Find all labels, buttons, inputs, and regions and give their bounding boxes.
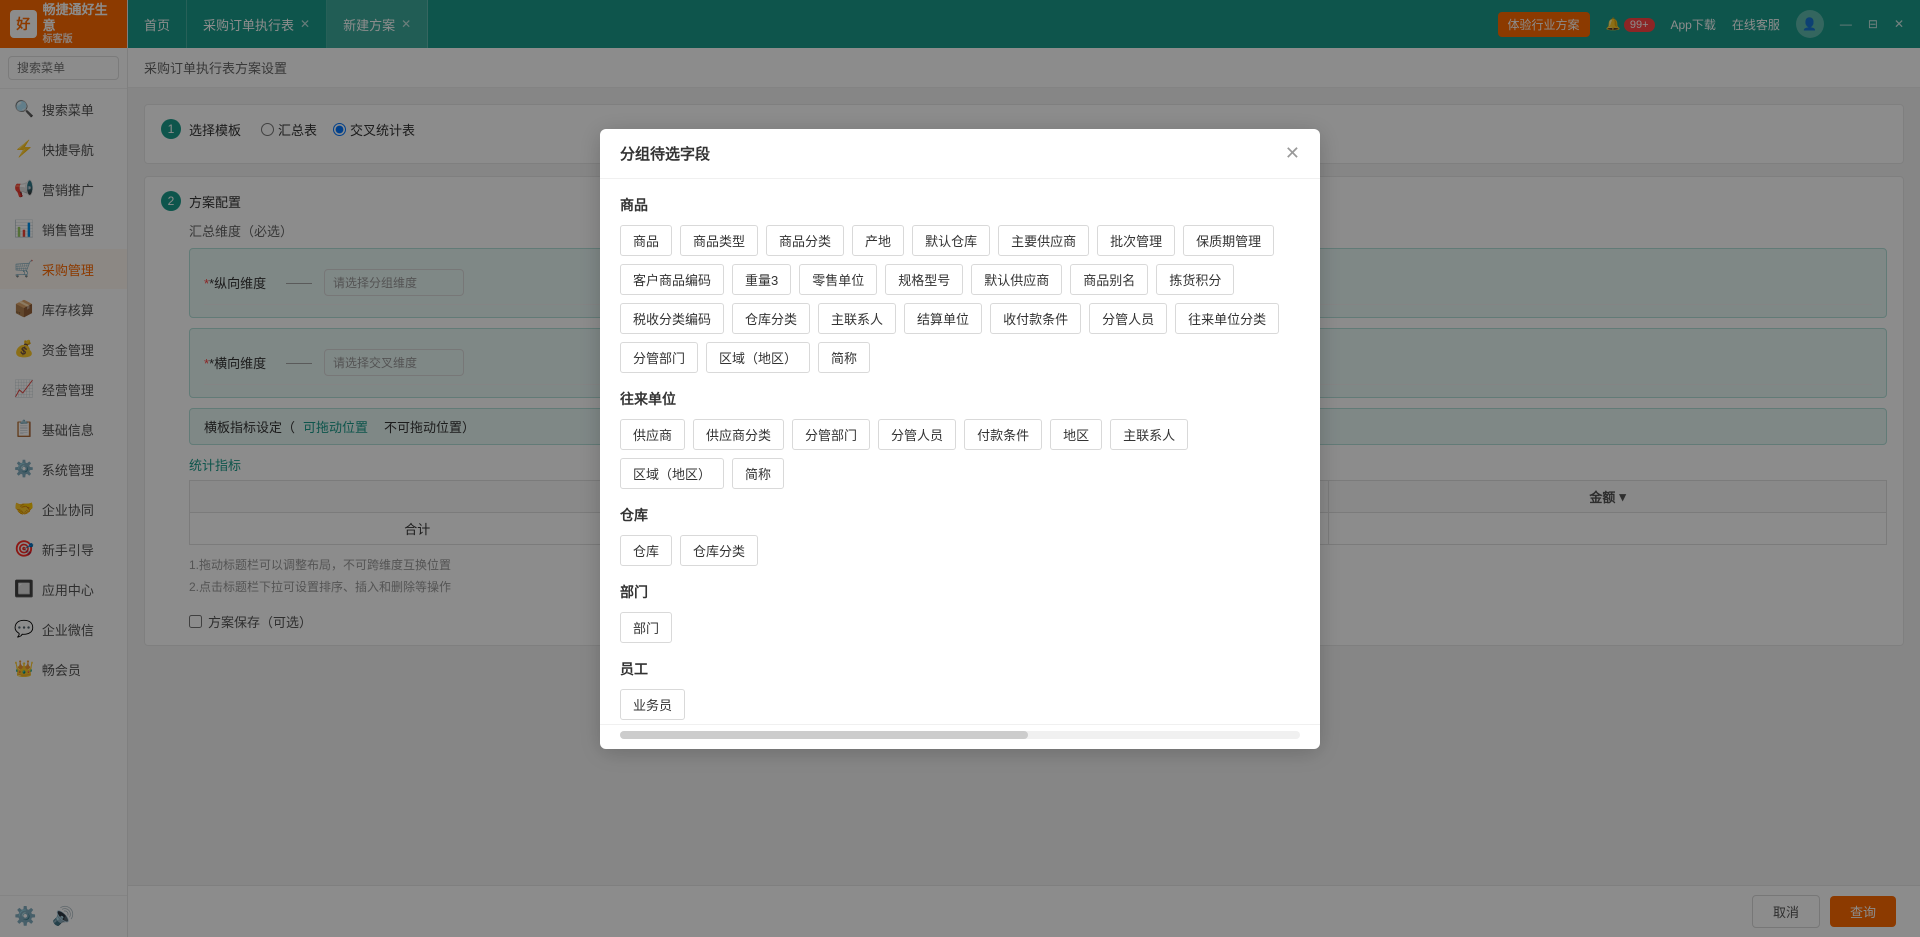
field-tag[interactable]: 重量3 <box>732 264 791 295</box>
field-tag[interactable]: 结算单位 <box>904 303 982 334</box>
field-tag[interactable]: 供应商分类 <box>693 419 784 450</box>
modal-header: 分组待选字段 ✕ <box>600 129 1320 179</box>
field-tag[interactable]: 仓库 <box>620 535 672 566</box>
field-tag[interactable]: 分管人员 <box>1089 303 1167 334</box>
field-tag[interactable]: 往来单位分类 <box>1175 303 1279 334</box>
field-tag[interactable]: 收付款条件 <box>990 303 1081 334</box>
modal-close-button[interactable]: ✕ <box>1285 144 1300 162</box>
modal-overlay[interactable]: 分组待选字段 ✕ 商品 商品 商品类型 商品分类 产地 默认仓库 主要供应商 批… <box>0 0 1920 937</box>
field-tag[interactable]: 产地 <box>852 225 904 256</box>
field-tag[interactable]: 供应商 <box>620 419 685 450</box>
field-tag[interactable]: 区域（地区） <box>706 342 810 373</box>
horizontal-scrollbar[interactable] <box>620 731 1300 739</box>
field-tag[interactable]: 付款条件 <box>964 419 1042 450</box>
section-title-goods: 商品 <box>620 195 1300 215</box>
field-tag[interactable]: 客户商品编码 <box>620 264 724 295</box>
modal-footer <box>600 724 1320 749</box>
field-tag[interactable]: 主联系人 <box>818 303 896 334</box>
field-tag[interactable]: 默认供应商 <box>971 264 1062 295</box>
field-tag[interactable]: 主联系人 <box>1110 419 1188 450</box>
field-tags-partner: 供应商 供应商分类 分管部门 分管人员 付款条件 地区 主联系人 区域（地区） … <box>620 419 1300 489</box>
field-tag[interactable]: 批次管理 <box>1097 225 1175 256</box>
field-tag[interactable]: 简称 <box>732 458 784 489</box>
field-tag[interactable]: 保质期管理 <box>1183 225 1274 256</box>
field-tag[interactable]: 部门 <box>620 612 672 643</box>
field-tag[interactable]: 主要供应商 <box>998 225 1089 256</box>
field-tag[interactable]: 规格型号 <box>885 264 963 295</box>
field-tags-warehouse: 仓库 仓库分类 <box>620 535 1300 566</box>
modal-title: 分组待选字段 <box>620 143 710 164</box>
field-tag[interactable]: 税收分类编码 <box>620 303 724 334</box>
field-tag[interactable]: 仓库分类 <box>680 535 758 566</box>
field-tag[interactable]: 分管部门 <box>792 419 870 450</box>
field-tag[interactable]: 地区 <box>1050 419 1102 450</box>
section-title-warehouse: 仓库 <box>620 505 1300 525</box>
field-tag[interactable]: 业务员 <box>620 689 685 720</box>
field-tag[interactable]: 商品分类 <box>766 225 844 256</box>
field-tag[interactable]: 分管人员 <box>878 419 956 450</box>
field-tags-goods: 商品 商品类型 商品分类 产地 默认仓库 主要供应商 批次管理 保质期管理 客户… <box>620 225 1300 373</box>
section-title-dept: 部门 <box>620 582 1300 602</box>
field-tag[interactable]: 默认仓库 <box>912 225 990 256</box>
field-tag[interactable]: 商品别名 <box>1070 264 1148 295</box>
field-tag[interactable]: 零售单位 <box>799 264 877 295</box>
field-tag[interactable]: 分管部门 <box>620 342 698 373</box>
field-tags-staff: 业务员 <box>620 689 1300 720</box>
field-tag[interactable]: 商品类型 <box>680 225 758 256</box>
field-tags-dept: 部门 <box>620 612 1300 643</box>
hscroll-thumb <box>620 731 1028 739</box>
field-tag[interactable]: 拣货积分 <box>1156 264 1234 295</box>
field-tag[interactable]: 简称 <box>818 342 870 373</box>
section-title-partner: 往来单位 <box>620 389 1300 409</box>
field-tag[interactable]: 区域（地区） <box>620 458 724 489</box>
section-title-staff: 员工 <box>620 659 1300 679</box>
field-tag[interactable]: 商品 <box>620 225 672 256</box>
field-tag[interactable]: 仓库分类 <box>732 303 810 334</box>
modal-dialog: 分组待选字段 ✕ 商品 商品 商品类型 商品分类 产地 默认仓库 主要供应商 批… <box>600 129 1320 749</box>
modal-body: 商品 商品 商品类型 商品分类 产地 默认仓库 主要供应商 批次管理 保质期管理… <box>600 179 1320 724</box>
